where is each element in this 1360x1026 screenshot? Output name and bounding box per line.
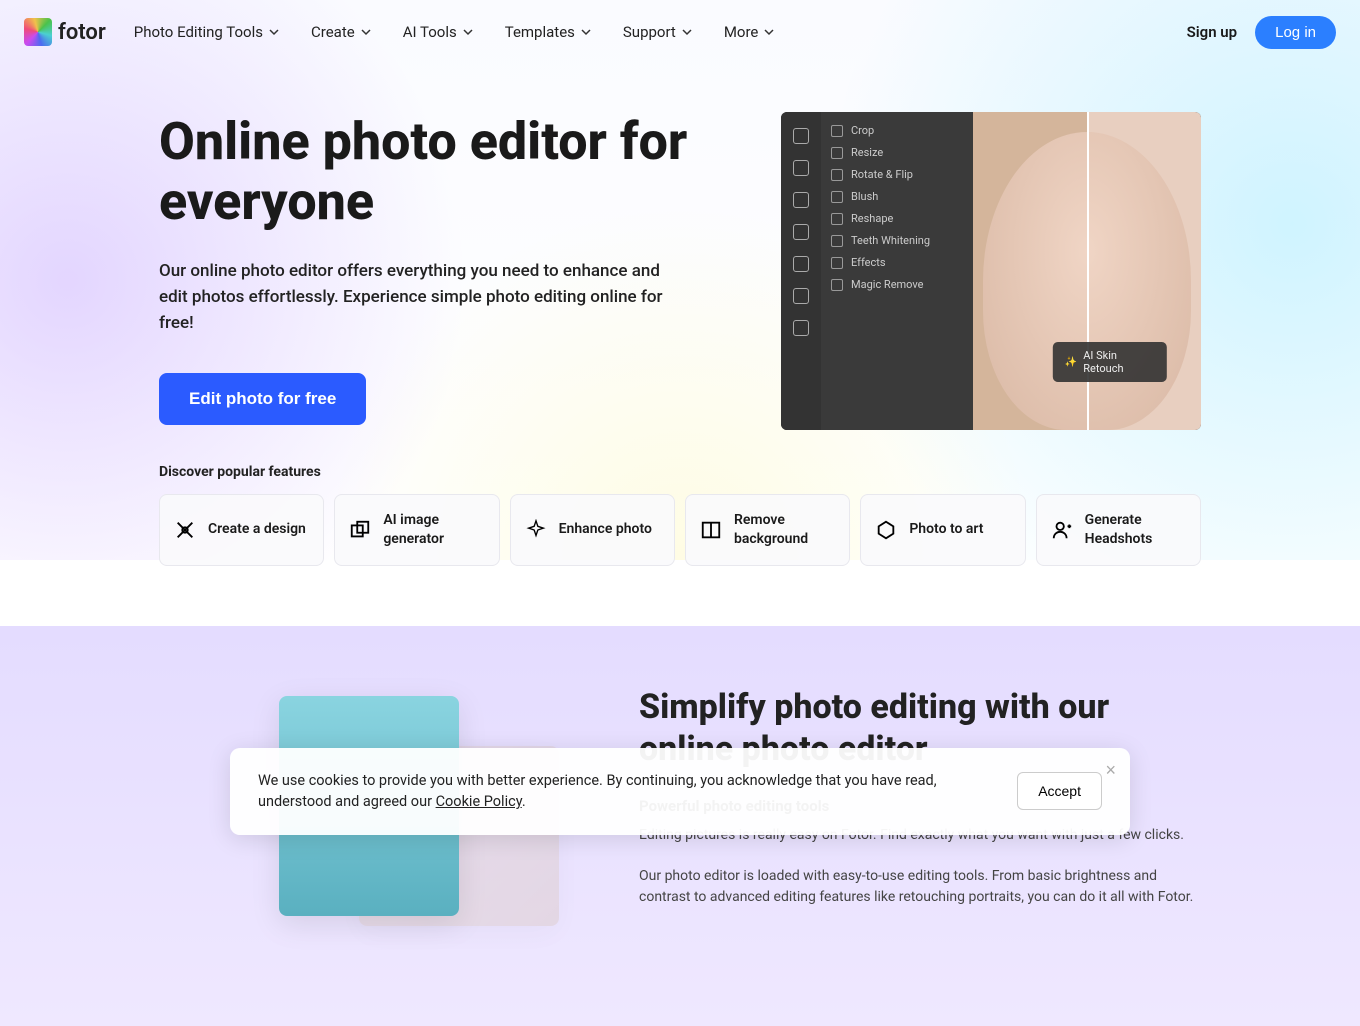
feature-remove-bg[interactable]: Remove background	[685, 494, 850, 566]
design-icon	[174, 519, 196, 541]
feature-label: Photo to art	[909, 520, 983, 539]
tool-teeth: Teeth Whitening	[831, 234, 963, 247]
section2-block2-text: Our photo editor is loaded with easy-to-…	[639, 866, 1201, 908]
rotate-icon	[831, 169, 843, 181]
hero-subtitle: Our online photo editor offers everythin…	[159, 258, 679, 337]
chevron-down-icon	[269, 27, 279, 37]
login-button[interactable]: Log in	[1255, 16, 1336, 49]
magic-remove-icon	[831, 279, 843, 291]
chevron-down-icon	[361, 27, 371, 37]
people-icon	[793, 288, 809, 304]
teeth-icon	[831, 235, 843, 247]
tool-effects: Effects	[831, 256, 963, 269]
tool-resize: Resize	[831, 146, 963, 159]
feature-label: Enhance photo	[559, 520, 652, 539]
feature-label: Create a design	[208, 520, 306, 539]
frame-icon	[793, 256, 809, 272]
nav-label: Photo Editing Tools	[134, 23, 263, 41]
hero: Online photo editor for everyone Our onl…	[159, 64, 1201, 430]
cookie-policy-link[interactable]: Cookie Policy	[436, 793, 522, 810]
ai-generator-icon	[349, 519, 371, 541]
nav-label: AI Tools	[403, 23, 457, 41]
ai-skin-retouch-badge: AI Skin Retouch	[1053, 342, 1167, 382]
reshape-icon	[831, 213, 843, 225]
edit-photo-button[interactable]: Edit photo for free	[159, 373, 366, 425]
text-icon	[793, 320, 809, 336]
eye-icon	[793, 224, 809, 240]
nav-more[interactable]: More	[724, 23, 775, 41]
effects-icon	[831, 257, 843, 269]
nav-label: Templates	[505, 23, 575, 41]
crop-icon	[831, 125, 843, 137]
signup-link[interactable]: Sign up	[1187, 23, 1238, 41]
nav-templates[interactable]: Templates	[505, 23, 591, 41]
cookie-banner: We use cookies to provide you with bette…	[230, 748, 1130, 836]
blush-icon	[831, 191, 843, 203]
logo-text: fotor	[58, 20, 106, 45]
feature-label: Remove background	[734, 511, 835, 549]
discover-title: Discover popular features	[159, 464, 1201, 480]
nav-ai-tools[interactable]: AI Tools	[403, 23, 473, 41]
header: fotor Photo Editing Tools Create AI Tool…	[0, 0, 1360, 64]
sliders-icon	[793, 160, 809, 176]
nav-support[interactable]: Support	[623, 23, 692, 41]
feature-label: AI image generator	[383, 511, 484, 549]
mock-photo: AI Skin Retouch	[973, 112, 1201, 430]
tool-reshape: Reshape	[831, 212, 963, 225]
chevron-down-icon	[682, 27, 692, 37]
remove-bg-icon	[700, 519, 722, 541]
nav-label: More	[724, 23, 759, 41]
feature-headshots[interactable]: Generate Headshots	[1036, 494, 1201, 566]
enhance-icon	[525, 519, 547, 541]
mock-sidebar-icons	[781, 112, 821, 430]
logo-icon	[24, 18, 52, 46]
chevron-down-icon	[764, 27, 774, 37]
grid-icon	[793, 128, 809, 144]
nav-create[interactable]: Create	[311, 23, 371, 41]
feature-label: Generate Headshots	[1085, 511, 1186, 549]
nav-label: Support	[623, 23, 676, 41]
hero-title: Online photo editor for everyone	[159, 112, 741, 232]
flask-icon	[793, 192, 809, 208]
editor-preview: Crop Resize Rotate & Flip Blush Reshape …	[781, 112, 1201, 430]
nav-photo-editing-tools[interactable]: Photo Editing Tools	[134, 23, 279, 41]
nav-label: Create	[311, 23, 355, 41]
resize-icon	[831, 147, 843, 159]
header-actions: Sign up Log in	[1187, 16, 1336, 49]
logo[interactable]: fotor	[24, 18, 106, 46]
feature-grid: Create a design AI image generator Enhan…	[159, 494, 1201, 566]
headshot-icon	[1051, 519, 1073, 541]
chevron-down-icon	[463, 27, 473, 37]
feature-create-design[interactable]: Create a design	[159, 494, 324, 566]
feature-photo-art[interactable]: Photo to art	[860, 494, 1025, 566]
discover-section: Discover popular features Create a desig…	[159, 464, 1201, 566]
tool-blush: Blush	[831, 190, 963, 203]
tool-crop: Crop	[831, 124, 963, 137]
photo-art-icon	[875, 519, 897, 541]
cookie-text: We use cookies to provide you with bette…	[258, 770, 997, 814]
tool-rotate: Rotate & Flip	[831, 168, 963, 181]
cookie-accept-button[interactable]: Accept	[1017, 772, 1102, 810]
feature-ai-generator[interactable]: AI image generator	[334, 494, 499, 566]
chevron-down-icon	[581, 27, 591, 37]
feature-enhance[interactable]: Enhance photo	[510, 494, 675, 566]
cookie-close-button[interactable]: ×	[1105, 760, 1116, 781]
main-nav: Photo Editing Tools Create AI Tools Temp…	[134, 23, 1187, 41]
tool-magic-remove: Magic Remove	[831, 278, 963, 291]
mock-tool-list: Crop Resize Rotate & Flip Blush Reshape …	[821, 112, 973, 430]
